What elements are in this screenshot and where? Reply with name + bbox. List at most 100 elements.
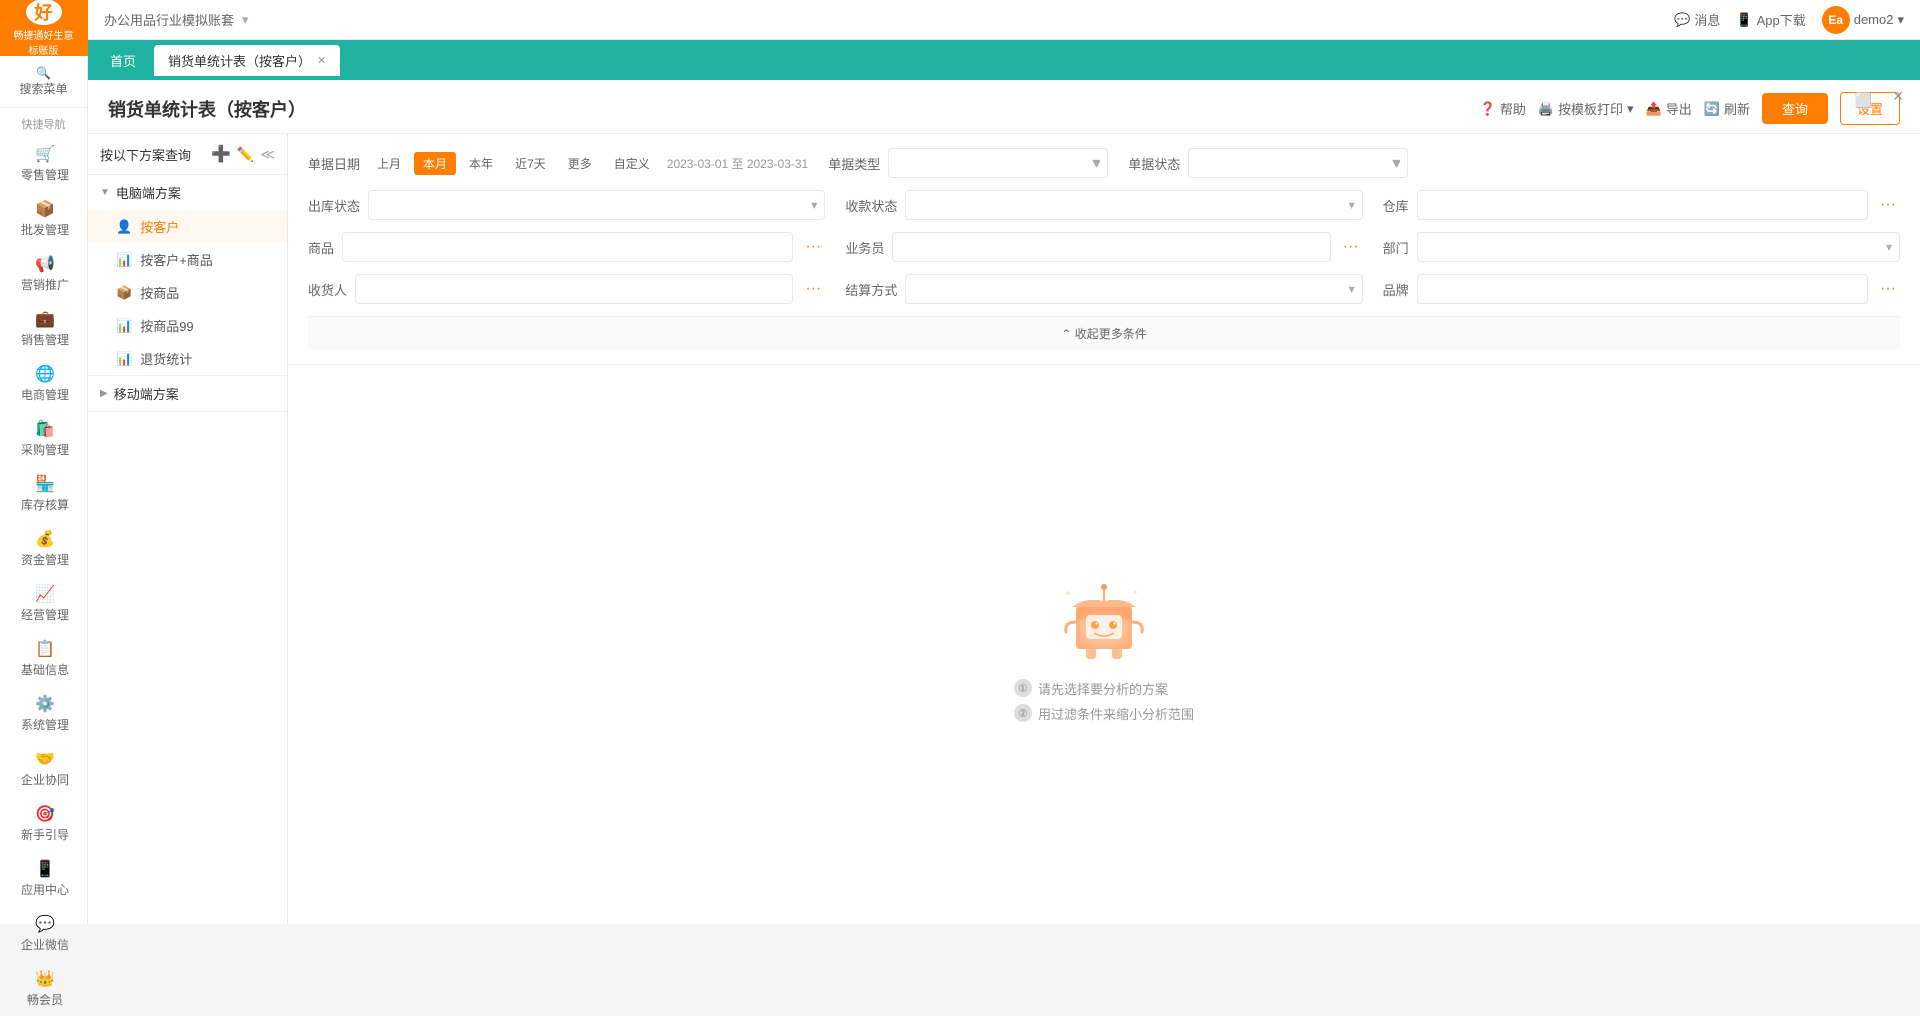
empty-state: ✦ ✦ ✦ ① 请先选择要分析的方案 ② 用过滤条件来缩小分析范围 — [1014, 567, 1194, 723]
sidebar-item-purchase[interactable]: 🛍️ 采购管理 — [0, 411, 87, 466]
receiver-input[interactable] — [355, 274, 793, 304]
hint-num-1: ① — [1014, 679, 1032, 697]
scheme-customer-product-label: 按客户+商品 — [140, 250, 213, 269]
sidebar-item-marketing[interactable]: 📢 营销推广 — [0, 246, 87, 301]
filter-brand: 品牌 ··· — [1383, 274, 1900, 304]
brand-input[interactable] — [1417, 274, 1868, 304]
scheme-item-customer-product[interactable]: 📊 按客户+商品 — [88, 243, 287, 276]
message-button[interactable]: 💬 消息 — [1674, 10, 1720, 29]
export-icon: 📤 — [1646, 101, 1662, 117]
payment-status-select[interactable] — [905, 190, 1362, 220]
scheme-item-customer[interactable]: 👤 按客户 — [88, 210, 287, 243]
sidebar-item-basic[interactable]: 📋 基础信息 — [0, 631, 87, 686]
company-dropdown-icon[interactable]: ▾ — [242, 12, 249, 28]
tab-home[interactable]: 首页 — [96, 45, 150, 76]
print-button[interactable]: 🖨️ 按模板打印 ▾ — [1538, 99, 1634, 118]
query-button[interactable]: 查询 — [1762, 93, 1828, 124]
doc-type-select[interactable] — [888, 148, 1108, 178]
sidebar-item-newbie[interactable]: 🎯 新手引导 — [0, 796, 87, 851]
sidebar-item-system[interactable]: ⚙️ 系统管理 — [0, 686, 87, 741]
receiver-more[interactable]: ··· — [801, 280, 825, 298]
system-icon: ⚙️ — [35, 694, 55, 714]
scheme-section-header-mobile[interactable]: ▶ 移动端方案 — [88, 376, 287, 411]
date-custom[interactable]: 自定义 — [605, 152, 659, 175]
topbar-right: 💬 消息 📱 App下载 Ea demo2 ▾ — [1674, 6, 1904, 34]
filter-panel: 单据日期 上月 本月 本年 近7天 更多 自定义 2023-03-01 至 20… — [288, 134, 1920, 365]
sidebar-item-inventory[interactable]: 🏪 库存核算 — [0, 466, 87, 521]
edit-scheme-button[interactable]: ✏️ — [237, 146, 254, 163]
scheme-product99-label: 按商品99 — [140, 316, 193, 335]
scheme-section-header-desktop[interactable]: ▼ 电脑端方案 — [88, 175, 287, 210]
empty-hints: ① 请先选择要分析的方案 ② 用过滤条件来缩小分析范围 — [1014, 679, 1194, 723]
sidebar-item-wechat[interactable]: 💬 企业微信 — [0, 906, 87, 961]
stock-status-label: 出库状态 — [308, 196, 360, 215]
doc-status-select[interactable] — [1188, 148, 1408, 178]
scheme-panel: 按以下方案查询 ➕ ✏️ ≪ ▼ 电脑端方案 👤 按客户 📊 — [88, 134, 288, 924]
scheme-item-return[interactable]: 📊 退货统计 — [88, 342, 287, 375]
warehouse-more[interactable]: ··· — [1876, 196, 1900, 214]
brand-label: 品牌 — [1383, 280, 1409, 299]
sidebar-item-ecommerce[interactable]: 🌐 电商管理 — [0, 356, 87, 411]
appcenter-icon: 📱 — [35, 859, 55, 879]
product-input[interactable] — [342, 232, 793, 262]
product-more[interactable]: ··· — [801, 238, 825, 256]
brand-more[interactable]: ··· — [1876, 280, 1900, 298]
sidebar-item-retail[interactable]: 🛒 零售管理 — [0, 136, 87, 191]
add-scheme-button[interactable]: ➕ — [211, 144, 231, 164]
product-label: 商品 — [308, 238, 334, 257]
sidebar-item-wholesale[interactable]: 📦 批发管理 — [0, 191, 87, 246]
date-last-7days[interactable]: 近7天 — [506, 152, 555, 175]
sidebar-item-member[interactable]: 👑 畅会员 — [0, 961, 87, 1016]
help-button[interactable]: ❓ 帮助 — [1480, 99, 1526, 118]
scheme-product-label: 按商品 — [140, 283, 179, 302]
user-avatar: Ea — [1822, 6, 1850, 34]
scheme-header: 按以下方案查询 ➕ ✏️ ≪ — [88, 134, 287, 175]
page-header: 销货单统计表（按客户） ❓ 帮助 🖨️ 按模板打印 ▾ 📤 导出 🔄 刷新 查询… — [88, 80, 1920, 134]
tab-maximize-button[interactable]: ⬜ — [1847, 88, 1880, 114]
sidebar-item-operation[interactable]: 📈 经营管理 — [0, 576, 87, 631]
date-this-month[interactable]: 本月 — [414, 152, 456, 175]
scheme-item-product99[interactable]: 📊 按商品99 — [88, 309, 287, 342]
user-dropdown-icon: ▾ — [1897, 12, 1904, 28]
filter-row-4: 收货人 ··· 结算方式 品牌 ··· — [308, 274, 1900, 304]
scheme-customer-icon: 👤 — [116, 219, 132, 235]
filter-row-2: 出库状态 收款状态 仓库 ··· — [308, 190, 1900, 220]
salesperson-more[interactable]: ··· — [1339, 238, 1363, 256]
basic-icon: 📋 — [35, 639, 55, 659]
sidebar-item-appcenter[interactable]: 📱 应用中心 — [0, 851, 87, 906]
scheme-section-mobile-label: 移动端方案 — [114, 384, 179, 403]
maximize-icon: ⬜ — [1855, 92, 1872, 108]
user-menu[interactable]: Ea demo2 ▾ — [1822, 6, 1904, 34]
settlement-label: 结算方式 — [845, 280, 897, 299]
company-name: 办公用品行业模拟账套 — [104, 10, 234, 29]
export-button[interactable]: 📤 导出 — [1646, 99, 1692, 118]
operation-icon: 📈 — [35, 584, 55, 604]
settlement-select[interactable] — [905, 274, 1362, 304]
collapse-scheme-button[interactable]: ≪ — [260, 146, 275, 163]
tab-sales-stats-label: 销货单统计表（按客户） — [168, 51, 311, 70]
svg-text:✦: ✦ — [1132, 588, 1139, 597]
date-this-year[interactable]: 本年 — [460, 152, 502, 175]
warehouse-input[interactable] — [1417, 190, 1868, 220]
tab-sales-stats[interactable]: 销货单统计表（按客户） ✕ — [154, 45, 340, 76]
sidebar-search[interactable]: 🔍搜索菜单 — [0, 56, 87, 108]
salesperson-input[interactable] — [892, 232, 1330, 262]
collapse-filter-button[interactable]: ⌃ 收起更多条件 — [308, 316, 1900, 350]
scheme-item-product[interactable]: 📦 按商品 — [88, 276, 287, 309]
department-select[interactable] — [1417, 232, 1900, 262]
scheme-product-icon: 📦 — [116, 285, 132, 301]
sidebar-item-sales[interactable]: 💼 销售管理 — [0, 301, 87, 356]
filter-doc-type: 单据类型 ▾ — [828, 148, 1108, 178]
date-more[interactable]: 更多 — [559, 152, 601, 175]
app-download-button[interactable]: 📱 App下载 — [1736, 10, 1805, 29]
stock-status-select[interactable] — [368, 190, 825, 220]
sidebar-item-finance[interactable]: 💰 资金管理 — [0, 521, 87, 576]
sidebar-item-enterprise[interactable]: 🤝 企业协同 — [0, 741, 87, 796]
tab-close-icon[interactable]: ✕ — [317, 54, 326, 67]
tab-close-window[interactable]: ✕ — [1892, 88, 1904, 105]
receiver-label: 收货人 — [308, 280, 347, 299]
date-last-month[interactable]: 上月 — [368, 152, 410, 175]
refresh-button[interactable]: 🔄 刷新 — [1704, 99, 1750, 118]
stock-status-wrapper — [368, 190, 825, 220]
tab-home-label: 首页 — [110, 51, 136, 70]
